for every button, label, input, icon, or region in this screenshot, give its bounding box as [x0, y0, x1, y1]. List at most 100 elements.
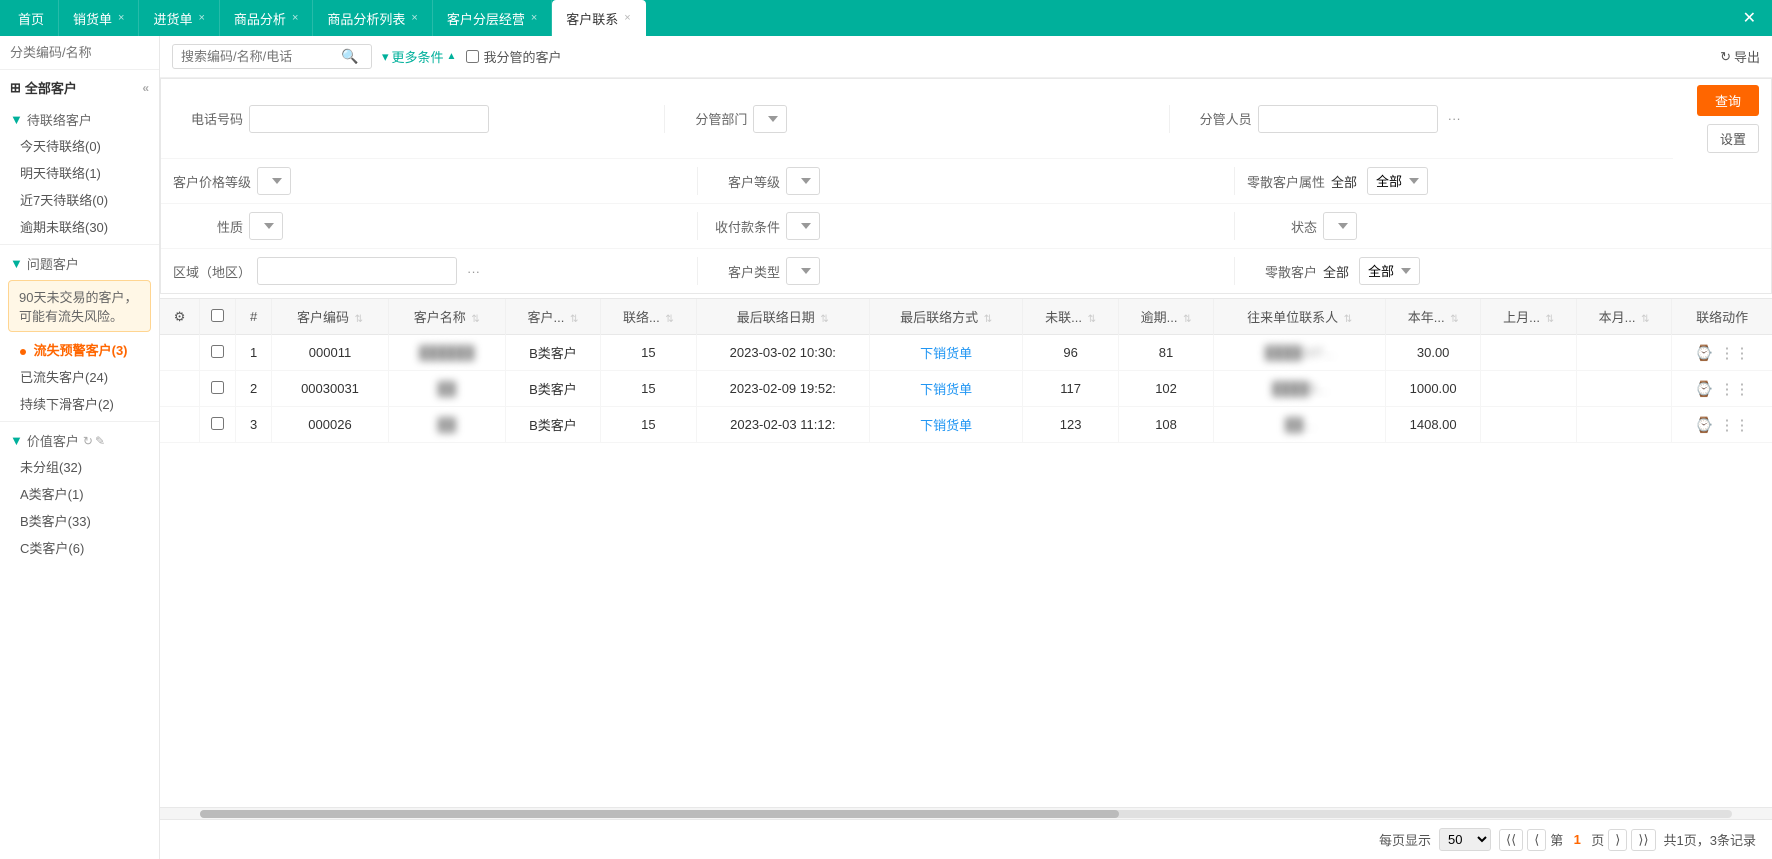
my-customers-check[interactable]: [466, 50, 479, 63]
query-button[interactable]: 查询: [1697, 85, 1759, 116]
tab-close-icon[interactable]: ×: [198, 12, 204, 24]
contact-action-icon[interactable]: ⌚: [1695, 344, 1714, 362]
tab-purchase[interactable]: 进货单 ×: [139, 0, 219, 36]
contact-action-icon[interactable]: ⌚: [1695, 416, 1714, 434]
th-gear[interactable]: ⚙: [160, 299, 200, 335]
sidebar-item-class-a[interactable]: A类客户(1): [0, 480, 159, 507]
th-person[interactable]: 往来单位联系人 ⇅: [1214, 299, 1386, 335]
settings-button[interactable]: 设置: [1707, 124, 1759, 153]
td-last-method[interactable]: 下销货单: [869, 335, 1022, 371]
my-customers-checkbox[interactable]: 我分管的客户: [466, 47, 561, 66]
person-dots[interactable]: ···: [1444, 111, 1465, 126]
tab-customer-contact[interactable]: 客户联系 ×: [552, 0, 645, 36]
region-input[interactable]: [257, 257, 457, 285]
retail-select[interactable]: 全部: [1359, 257, 1420, 285]
more-action-icon[interactable]: ⋮⋮: [1719, 344, 1749, 362]
row-checkbox[interactable]: [211, 417, 224, 430]
th-contact[interactable]: 联络... ⇅: [601, 299, 696, 335]
refresh-icon[interactable]: ↻: [83, 434, 93, 448]
tab-close-icon[interactable]: ×: [292, 12, 298, 24]
price-level-select[interactable]: [257, 167, 291, 195]
row-checkbox[interactable]: [211, 345, 224, 358]
tab-close-icon[interactable]: ×: [624, 12, 630, 24]
edit-icon[interactable]: ✎: [95, 434, 105, 448]
group-value-customers[interactable]: ▼ 价值客户 ↻ ✎: [0, 426, 159, 453]
th-last-method[interactable]: 最后联络方式 ⇅: [869, 299, 1022, 335]
th-this-month[interactable]: 本月... ⇅: [1576, 299, 1671, 335]
th-this-year[interactable]: 本年... ⇅: [1385, 299, 1480, 335]
sidebar-item-class-c[interactable]: C类客户(6): [0, 534, 159, 561]
td-checkbox[interactable]: [200, 371, 236, 407]
per-page-select[interactable]: 50 100: [1439, 828, 1491, 851]
sidebar-item-churn-warning[interactable]: 流失预警客户(3): [0, 336, 159, 363]
th-type[interactable]: 客户... ⇅: [505, 299, 600, 335]
th-last-date[interactable]: 最后联络日期 ⇅: [696, 299, 869, 335]
scrollbar-area[interactable]: [160, 807, 1772, 819]
first-page-btn[interactable]: ⟨⟨: [1499, 829, 1523, 851]
gear-icon[interactable]: ⚙: [174, 309, 186, 324]
sidebar-item-churned[interactable]: 已流失客户(24): [0, 363, 159, 390]
scrollbar-track[interactable]: [200, 810, 1732, 818]
person-input[interactable]: [1258, 105, 1438, 133]
nature-select[interactable]: [249, 212, 283, 240]
more-action-icon[interactable]: ⋮⋮: [1719, 380, 1749, 398]
sidebar-item-declining[interactable]: 持续下滑客户(2): [0, 390, 159, 417]
status-select[interactable]: [1323, 212, 1357, 240]
all-customers-header[interactable]: ⊞ 全部客户 «: [0, 70, 159, 105]
window-close-button[interactable]: ✕: [1735, 8, 1764, 28]
row-checkbox[interactable]: [211, 381, 224, 394]
tab-analysis[interactable]: 商品分析 ×: [220, 0, 313, 36]
last-page-btn[interactable]: ⟩⟩: [1631, 829, 1655, 851]
select-all-checkbox[interactable]: [211, 309, 224, 322]
td-last-method[interactable]: 下销货单: [869, 407, 1022, 443]
td-checkbox[interactable]: [200, 335, 236, 371]
group-pending-contact[interactable]: ▼ 待联络客户: [0, 105, 159, 132]
filter-cell-person: 分管人员 ···: [1182, 103, 1661, 135]
search-submit-icon[interactable]: 🔍: [341, 48, 358, 65]
tab-analysis-list[interactable]: 商品分析列表 ×: [313, 0, 432, 36]
td-checkbox[interactable]: [200, 407, 236, 443]
last-method-link[interactable]: 下销货单: [920, 418, 972, 433]
region-dots[interactable]: ···: [463, 264, 484, 279]
th-code[interactable]: 客户编码 ⇅: [272, 299, 389, 335]
tab-close-icon[interactable]: ×: [411, 12, 417, 24]
sidebar-search-input[interactable]: [10, 45, 160, 60]
tab-customer-layer[interactable]: 客户分层经营 ×: [433, 0, 552, 36]
phone-input[interactable]: [249, 105, 489, 133]
sidebar-item-tomorrow[interactable]: 明天待联络(1): [0, 159, 159, 186]
search-input[interactable]: [181, 49, 341, 64]
sidebar-item-ungrouped[interactable]: 未分组(32): [0, 453, 159, 480]
last-method-link[interactable]: 下销货单: [920, 346, 972, 361]
tab-home[interactable]: 首页: [8, 0, 59, 36]
cust-level-select[interactable]: [786, 167, 820, 195]
th-checkbox[interactable]: [200, 299, 236, 335]
group-problem-customers[interactable]: ▼ 问题客户: [0, 249, 159, 276]
tab-sales[interactable]: 销货单 ×: [59, 0, 139, 36]
tab-close-icon[interactable]: ×: [118, 12, 124, 24]
cust-type-select[interactable]: [786, 257, 820, 285]
sidebar-item-overdue[interactable]: 逾期未联络(30): [0, 213, 159, 240]
customer-name: ██: [438, 381, 456, 396]
th-name[interactable]: 客户名称 ⇅: [388, 299, 505, 335]
prev-page-btn[interactable]: ⟨: [1527, 829, 1546, 851]
next-page-btn[interactable]: ⟩: [1608, 829, 1627, 851]
filter-cell-status: 状态: [1247, 210, 1759, 242]
last-method-link[interactable]: 下销货单: [920, 382, 972, 397]
th-overdue[interactable]: 逾期... ⇅: [1118, 299, 1213, 335]
collapse-icon[interactable]: «: [142, 81, 149, 95]
scrollbar-thumb[interactable]: [200, 810, 1119, 818]
contact-action-icon[interactable]: ⌚: [1695, 380, 1714, 398]
more-conditions-btn[interactable]: ▾ 更多条件 ▲: [382, 47, 456, 66]
dept-select[interactable]: [753, 105, 787, 133]
sidebar-item-today[interactable]: 今天待联络(0): [0, 132, 159, 159]
th-uncontact[interactable]: 未联... ⇅: [1023, 299, 1118, 335]
th-last-month[interactable]: 上月... ⇅: [1481, 299, 1576, 335]
sidebar-item-7days[interactable]: 近7天待联络(0): [0, 186, 159, 213]
payment-select[interactable]: [786, 212, 820, 240]
retail-attr-select[interactable]: 全部: [1367, 167, 1428, 195]
export-button[interactable]: ↻ 导出: [1720, 47, 1760, 66]
tab-close-icon[interactable]: ×: [531, 12, 537, 24]
sidebar-item-class-b[interactable]: B类客户(33): [0, 507, 159, 534]
td-last-method[interactable]: 下销货单: [869, 371, 1022, 407]
more-action-icon[interactable]: ⋮⋮: [1719, 416, 1749, 434]
